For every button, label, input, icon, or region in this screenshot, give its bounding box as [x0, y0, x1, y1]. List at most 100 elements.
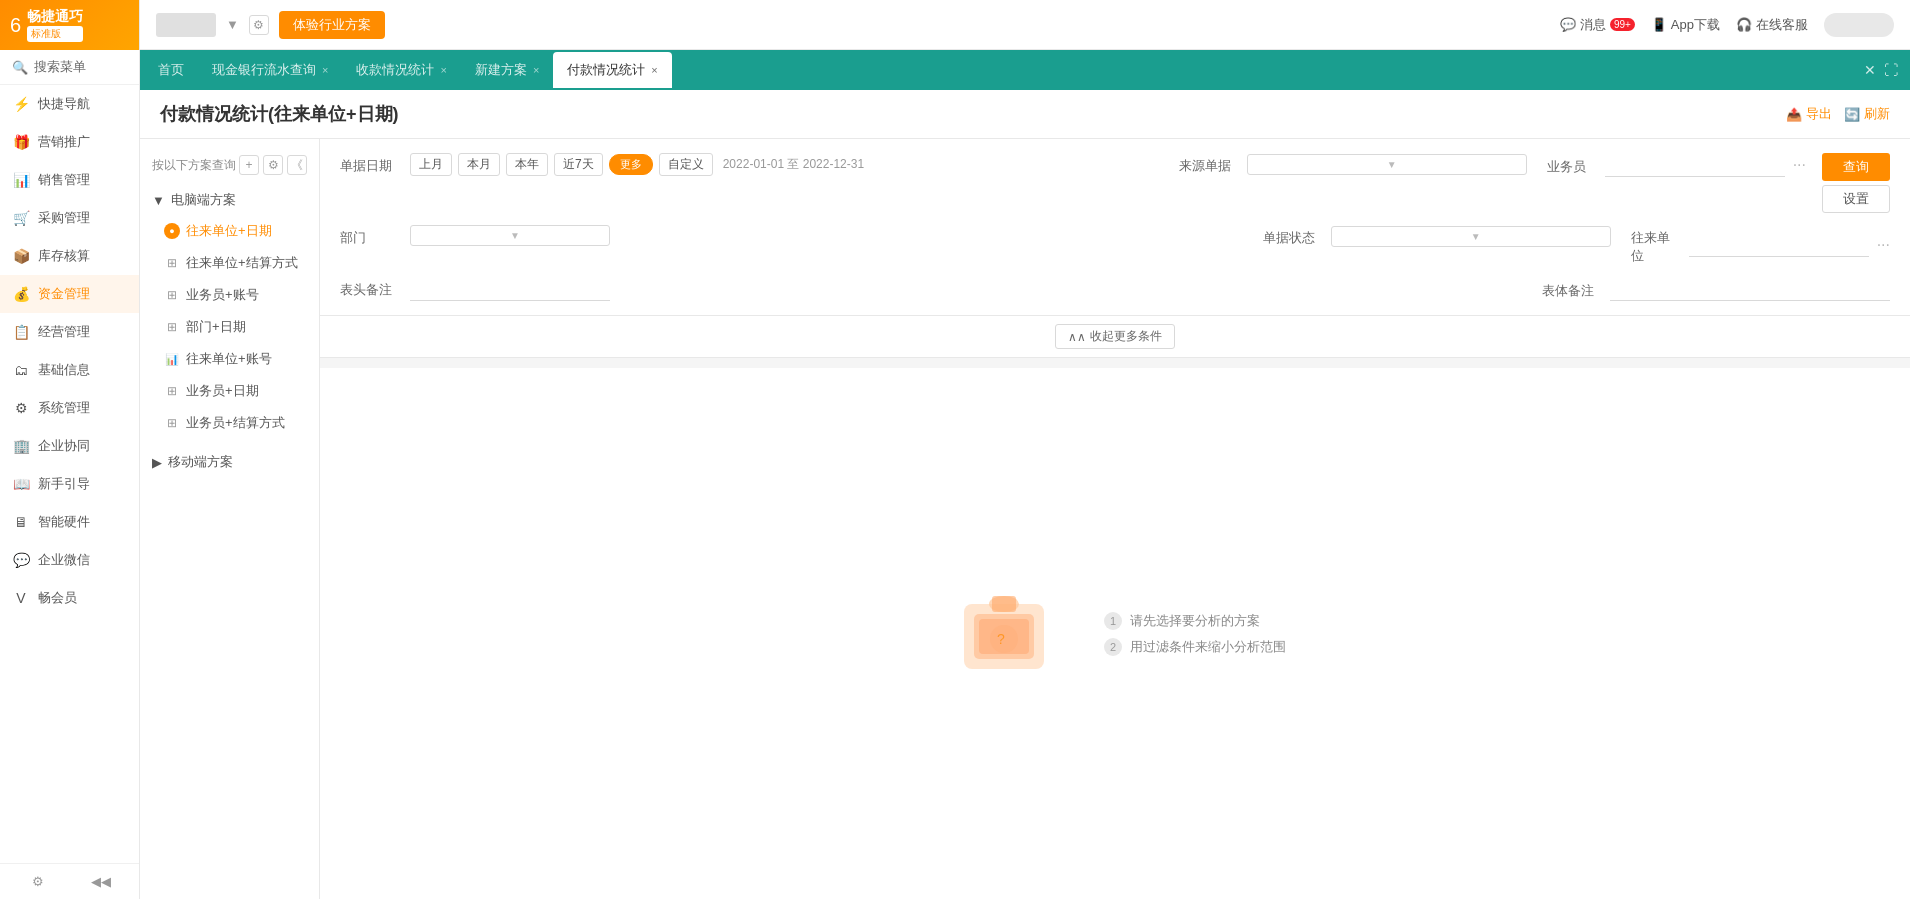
desktop-scheme-label: 电脑端方案	[171, 191, 236, 209]
status-select-arrow: ▼	[1471, 231, 1602, 242]
sidebar-item-system[interactable]: ⚙ 系统管理	[0, 389, 139, 427]
app-download-action[interactable]: 📱 App下载	[1651, 16, 1720, 34]
sidebar-item-icon-guide: 📖	[12, 475, 30, 493]
body-note-input[interactable]	[1610, 277, 1890, 301]
table-scheme-icon-4: ⊞	[164, 383, 180, 399]
page-header: 付款情况统计(往来单位+日期) 📤 导出 🔄 刷新	[140, 90, 1910, 139]
scheme-item-dept-date[interactable]: ⊞ 部门+日期	[140, 311, 319, 343]
message-label: 消息	[1580, 16, 1606, 34]
tab-close-payment-stats[interactable]: ×	[651, 64, 657, 76]
scheme-item-staff-date[interactable]: ⊞ 业务员+日期	[140, 375, 319, 407]
sidebar-item-icon-quick-nav: ⚡	[12, 95, 30, 113]
status-select[interactable]: ▼	[1331, 226, 1611, 247]
sidebar-item-icon-inventory: 📦	[12, 247, 30, 265]
settings-icon: ⚙	[32, 874, 44, 889]
settings-top-icon[interactable]: ⚙	[249, 15, 269, 35]
scheme-settings-btn[interactable]: ⚙	[263, 155, 283, 175]
sidebar-item-funds[interactable]: 💰 资金管理	[0, 275, 139, 313]
tab-new-scheme[interactable]: 新建方案×	[461, 52, 553, 88]
scheme-item-staff-settle[interactable]: ⊞ 业务员+结算方式	[140, 407, 319, 439]
scheme-item-unit-account[interactable]: 📊 往来单位+账号	[140, 343, 319, 375]
custom-date-btn[interactable]: 自定义	[659, 153, 713, 176]
mobile-scheme-section: ▶ 移动端方案	[140, 443, 319, 481]
tab-payment-stats[interactable]: 付款情况统计×	[553, 52, 671, 88]
dept-select[interactable]: ▼	[410, 225, 610, 246]
sidebar-item-guide[interactable]: 📖 新手引导	[0, 465, 139, 503]
sidebar-item-purchase[interactable]: 🛒 采购管理	[0, 199, 139, 237]
sidebar-item-sales[interactable]: 📊 销售管理	[0, 161, 139, 199]
refresh-btn[interactable]: 🔄 刷新	[1844, 105, 1890, 123]
export-label: 导出	[1806, 105, 1832, 123]
scheme-item-unit-settle[interactable]: ⊞ 往来单位+结算方式	[140, 247, 319, 279]
online-service-action[interactable]: 🎧 在线客服	[1736, 16, 1808, 34]
sidebar-item-basic[interactable]: 🗂 基础信息	[0, 351, 139, 389]
scheme-item-unit-date[interactable]: ● 往来单位+日期	[140, 215, 319, 247]
scheme-label-staff-account: 业务员+账号	[186, 286, 259, 304]
chart-scheme-icon-1: 📊	[164, 351, 180, 367]
query-btn[interactable]: 查询	[1822, 153, 1890, 181]
settings-footer-btn[interactable]: ⚙	[10, 874, 66, 889]
sidebar-item-icon-purchase: 🛒	[12, 209, 30, 227]
tab-bank-flow[interactable]: 现金银行流水查询×	[198, 52, 342, 88]
message-icon: 💬	[1560, 17, 1576, 32]
mobile-scheme-toggle[interactable]: ▶ 移动端方案	[140, 447, 319, 477]
tab-close-bank-flow[interactable]: ×	[322, 64, 328, 76]
date-filter-label: 单据日期	[340, 153, 410, 175]
collapse-icon: ◀◀	[91, 874, 111, 889]
sidebar-item-label-system: 系统管理	[38, 399, 90, 417]
empty-tip-2: 2 用过滤条件来缩小分析范围	[1104, 638, 1286, 656]
staff-filter-dots[interactable]: ···	[1793, 156, 1806, 174]
last-7days-btn[interactable]: 近7天	[554, 153, 603, 176]
sidebar-search[interactable]: 🔍 搜索菜单	[0, 50, 139, 85]
dept-filter-label: 部门	[340, 225, 410, 247]
staff-filter-input[interactable]	[1605, 153, 1785, 177]
sidebar-item-enterprise[interactable]: 🏢 企业协同	[0, 427, 139, 465]
sidebar-item-icon-basic: 🗂	[12, 361, 30, 379]
table-scheme-icon-5: ⊞	[164, 415, 180, 431]
sidebar-item-inventory[interactable]: 📦 库存核算	[0, 237, 139, 275]
this-year-btn[interactable]: 本年	[506, 153, 548, 176]
filter-settings-btn[interactable]: 设置	[1822, 185, 1890, 213]
collapse-footer-btn[interactable]: ◀◀	[74, 874, 130, 889]
more-date-btn[interactable]: 更多	[609, 154, 653, 175]
sidebar-item-member[interactable]: V 畅会员	[0, 579, 139, 617]
tab-receivable[interactable]: 收款情况统计×	[342, 52, 460, 88]
top-bar-right: 💬 消息 99+ 📱 App下载 🎧 在线客服	[1560, 13, 1894, 37]
message-action[interactable]: 💬 消息 99+	[1560, 16, 1635, 34]
collapse-panel-btn[interactable]: 《	[287, 155, 307, 175]
sidebar-item-icon-operations: 📋	[12, 323, 30, 341]
this-month-btn[interactable]: 本月	[458, 153, 500, 176]
expand-window-icon[interactable]: ⛶	[1884, 62, 1898, 78]
sidebar-item-label-enterprise: 企业协同	[38, 437, 90, 455]
scheme-label-dept-date: 部门+日期	[186, 318, 246, 336]
desktop-scheme-section: ▼ 电脑端方案 ● 往来单位+日期 ⊞ 往来单位+结算方式 ⊞ 业务员+账号	[140, 181, 319, 443]
date-filter-content: 上月 本月 本年 近7天 更多 自定义 2022-01-01 至 2022-12…	[410, 153, 1179, 176]
tab-close-receivable[interactable]: ×	[440, 64, 446, 76]
try-industry-btn[interactable]: 体验行业方案	[279, 11, 385, 39]
scheme-item-staff-account[interactable]: ⊞ 业务员+账号	[140, 279, 319, 311]
tab-close-new-scheme[interactable]: ×	[533, 64, 539, 76]
user-area[interactable]	[1824, 13, 1894, 37]
collapse-conditions-btn[interactable]: ∧∧ 收起更多条件	[1055, 324, 1175, 349]
top-bar-left: ▼ ⚙ 体验行业方案	[156, 11, 385, 39]
sidebar-item-label-member: 畅会员	[38, 589, 77, 607]
header-note-input[interactable]	[410, 277, 610, 301]
sidebar-item-operations[interactable]: 📋 经营管理	[0, 313, 139, 351]
sidebar-item-quick-nav[interactable]: ⚡ 快捷导航	[0, 85, 139, 123]
sidebar-item-wechat[interactable]: 💬 企业微信	[0, 541, 139, 579]
last-month-btn[interactable]: 上月	[410, 153, 452, 176]
tab-bar: 首页现金银行流水查询×收款情况统计×新建方案×付款情况统计× ✕ ⛶	[140, 50, 1910, 90]
table-scheme-icon-2: ⊞	[164, 287, 180, 303]
dropdown-icon[interactable]: ▼	[226, 17, 239, 32]
sidebar-item-marketing[interactable]: 🎁 营销推广	[0, 123, 139, 161]
sidebar-item-hardware[interactable]: 🖥 智能硬件	[0, 503, 139, 541]
unit-filter-dots[interactable]: ···	[1877, 236, 1890, 254]
dept-select-arrow: ▼	[510, 230, 601, 241]
export-btn[interactable]: 📤 导出	[1786, 105, 1832, 123]
tab-home[interactable]: 首页	[144, 52, 198, 88]
source-select[interactable]: ▼	[1247, 154, 1527, 175]
unit-filter-input[interactable]	[1689, 233, 1869, 257]
close-window-icon[interactable]: ✕	[1864, 62, 1876, 78]
add-scheme-btn[interactable]: +	[239, 155, 259, 175]
desktop-scheme-toggle[interactable]: ▼ 电脑端方案	[140, 185, 319, 215]
